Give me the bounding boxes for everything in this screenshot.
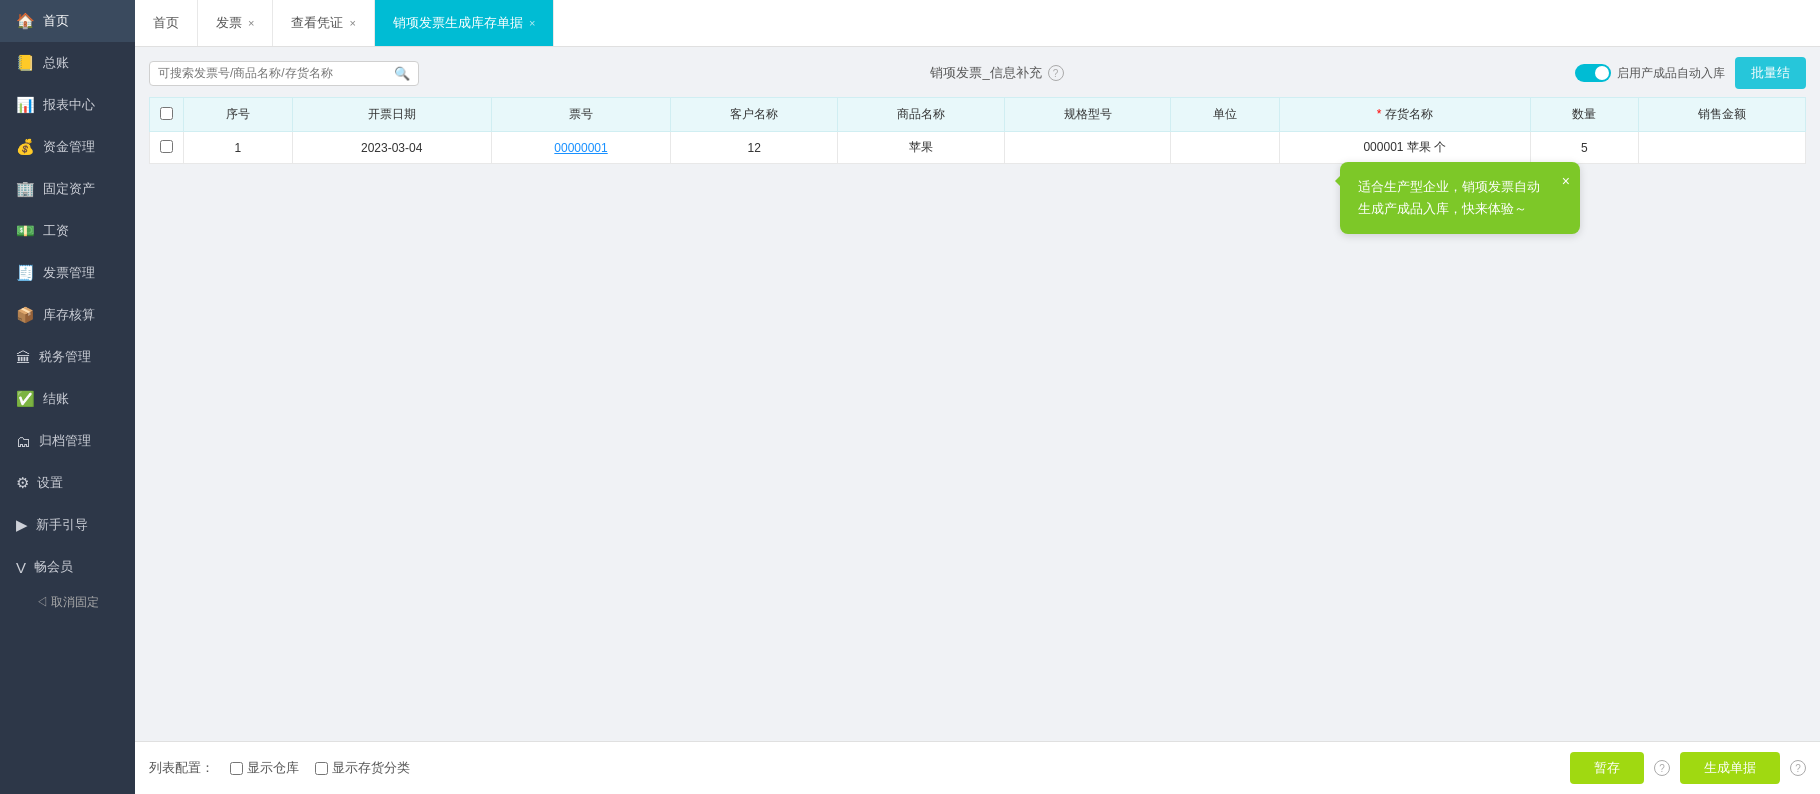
td-qty: 5 (1530, 132, 1639, 164)
th-seq: 序号 (184, 98, 293, 132)
th-product: 商品名称 (838, 98, 1005, 132)
td-date: 2023-03-04 (292, 132, 491, 164)
reports-icon: 📊 (16, 96, 35, 114)
center-label: 销项发票_信息补充 (930, 64, 1041, 82)
sidebar-item-salary[interactable]: 💵 工资 (0, 210, 135, 252)
show-category-option[interactable]: 显示存货分类 (315, 759, 410, 777)
td-amount (1639, 132, 1806, 164)
search-icon[interactable]: 🔍 (394, 66, 410, 81)
th-ticket-no: 票号 (491, 98, 671, 132)
bottom-actions: 暂存 ? 生成单据 ? (1570, 752, 1806, 784)
vip-icon: V (16, 559, 26, 576)
tooltip-box: × 适合生产型企业，销项发票自动生成产成品入库，快来体验～ (1340, 162, 1580, 234)
td-seq: 1 (184, 132, 293, 164)
sidebar-item-settings[interactable]: ⚙ 设置 (0, 462, 135, 504)
center-help-icon[interactable]: ? (1048, 65, 1064, 81)
list-config-label: 列表配置： (149, 759, 214, 777)
inventory-icon: 📦 (16, 306, 35, 324)
th-spec: 规格型号 (1004, 98, 1171, 132)
salary-icon: 💵 (16, 222, 35, 240)
tooltip-close-button[interactable]: × (1562, 170, 1570, 194)
search-input[interactable] (158, 66, 388, 80)
funds-icon: 💰 (16, 138, 35, 156)
auto-import-toggle[interactable] (1575, 64, 1611, 82)
tooltip-text: 适合生产型企业，销项发票自动生成产成品入库，快来体验～ (1358, 176, 1562, 220)
save-button[interactable]: 暂存 (1570, 752, 1644, 784)
home-icon: 🏠 (16, 12, 35, 30)
tab-voucher[interactable]: 查看凭证 × (273, 0, 374, 46)
sidebar-item-ledger[interactable]: 📒 总账 (0, 42, 135, 84)
search-wrap: 🔍 (149, 61, 419, 86)
save-help-icon[interactable]: ? (1654, 760, 1670, 776)
sidebar-item-tax[interactable]: 🏛 税务管理 (0, 336, 135, 378)
show-category-checkbox[interactable] (315, 762, 328, 775)
guide-icon: ▶ (16, 516, 28, 534)
td-unit (1171, 132, 1280, 164)
tab-generate-inventory[interactable]: 销项发票生成库存单据 × (375, 0, 554, 46)
td-product: 苹果 (838, 132, 1005, 164)
td-spec (1004, 132, 1171, 164)
select-all-checkbox[interactable] (160, 107, 173, 120)
td-checkbox (150, 132, 184, 164)
th-checkbox (150, 98, 184, 132)
toggle-label: 启用产成品自动入库 (1617, 65, 1725, 82)
tab-home[interactable]: 首页 (135, 0, 198, 46)
bottom-bar: 列表配置： 显示仓库 显示存货分类 暂存 ? 生成单据 ? (135, 741, 1820, 794)
tab-bar: 首页 发票 × 查看凭证 × 销项发票生成库存单据 × (135, 0, 1820, 47)
ticket-no-link[interactable]: 00000001 (554, 141, 607, 155)
sidebar-item-inventory[interactable]: 📦 库存核算 (0, 294, 135, 336)
generate-help-icon[interactable]: ? (1790, 760, 1806, 776)
tab-invoice[interactable]: 发票 × (198, 0, 273, 46)
toolbar-row: 🔍 销项发票_信息补充 ? 启用产成品自动入库 批量结 (149, 57, 1806, 89)
sidebar-item-vip[interactable]: V 畅会员 (0, 546, 135, 588)
tab-generate-inventory-close[interactable]: × (529, 17, 535, 29)
sidebar-item-archive[interactable]: 🗂 归档管理 (0, 420, 135, 462)
data-table: 序号 开票日期 票号 客户名称 商品名称 规格型号 单位 * 存货名称 数量 销… (149, 97, 1806, 164)
sidebar-item-reports[interactable]: 📊 报表中心 (0, 84, 135, 126)
settle-icon: ✅ (16, 390, 35, 408)
table-row: 1 2023-03-04 00000001 12 苹果 000001 苹果 个 … (150, 132, 1806, 164)
generate-button[interactable]: 生成单据 (1680, 752, 1780, 784)
th-customer: 客户名称 (671, 98, 838, 132)
sidebar-item-funds[interactable]: 💰 资金管理 (0, 126, 135, 168)
sidebar: 🏠 首页 📒 总账 📊 报表中心 💰 资金管理 🏢 固定资产 💵 工资 🧾 发票… (0, 0, 135, 794)
row-checkbox[interactable] (160, 140, 173, 153)
sidebar-item-guide[interactable]: ▶ 新手引导 (0, 504, 135, 546)
td-ticket-no: 00000001 (491, 132, 671, 164)
tax-icon: 🏛 (16, 349, 31, 366)
main-area: 首页 发票 × 查看凭证 × 销项发票生成库存单据 × 🔍 销项发票_信息补充 … (135, 0, 1820, 794)
unpin-bar[interactable]: ◁ 取消固定 (0, 588, 135, 617)
tab-invoice-close[interactable]: × (248, 17, 254, 29)
sidebar-item-assets[interactable]: 🏢 固定资产 (0, 168, 135, 210)
show-warehouse-checkbox[interactable] (230, 762, 243, 775)
settings-icon: ⚙ (16, 474, 29, 492)
th-date: 开票日期 (292, 98, 491, 132)
invoice-icon: 🧾 (16, 264, 35, 282)
sidebar-item-settle[interactable]: ✅ 结账 (0, 378, 135, 420)
assets-icon: 🏢 (16, 180, 35, 198)
th-inventory: * 存货名称 (1280, 98, 1531, 132)
th-qty: 数量 (1530, 98, 1639, 132)
tab-voucher-close[interactable]: × (349, 17, 355, 29)
page-content: 🔍 销项发票_信息补充 ? 启用产成品自动入库 批量结 序 (135, 47, 1820, 741)
td-inventory: 000001 苹果 个 (1280, 132, 1531, 164)
th-amount: 销售金额 (1639, 98, 1806, 132)
sidebar-item-home[interactable]: 🏠 首页 (0, 0, 135, 42)
table-header-row: 序号 开票日期 票号 客户名称 商品名称 规格型号 单位 * 存货名称 数量 销… (150, 98, 1806, 132)
th-unit: 单位 (1171, 98, 1280, 132)
ledger-icon: 📒 (16, 54, 35, 72)
sidebar-item-invoice[interactable]: 🧾 发票管理 (0, 252, 135, 294)
show-warehouse-option[interactable]: 显示仓库 (230, 759, 299, 777)
unpin-icon: ◁ (36, 595, 48, 609)
toggle-wrap: 启用产成品自动入库 (1575, 64, 1725, 82)
toolbar-center: 销项发票_信息补充 ? (429, 64, 1565, 82)
archive-icon: 🗂 (16, 433, 31, 450)
batch-button[interactable]: 批量结 (1735, 57, 1806, 89)
td-customer: 12 (671, 132, 838, 164)
